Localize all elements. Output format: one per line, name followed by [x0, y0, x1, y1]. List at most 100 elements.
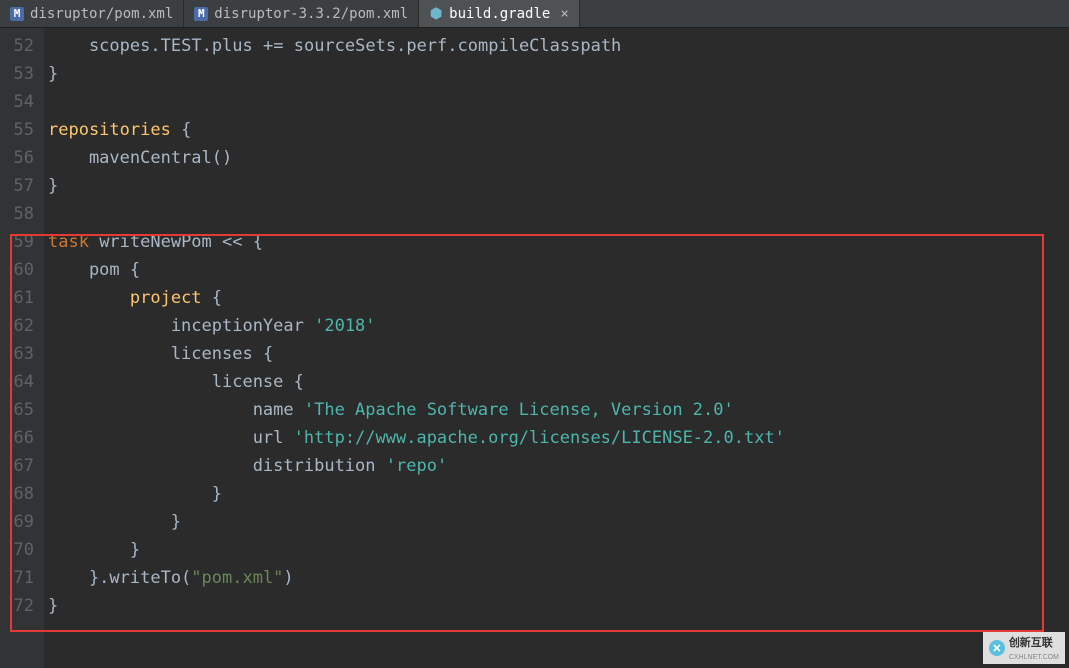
code-token: mavenCentral() — [48, 148, 232, 168]
line-number: 68 — [6, 480, 34, 508]
code-token: sourceSets — [294, 36, 396, 56]
line-number: 62 — [6, 312, 34, 340]
code-token: { — [212, 288, 222, 308]
code-token — [48, 288, 130, 308]
code-token: writeNewPom — [99, 232, 222, 252]
code-token: name — [48, 400, 304, 420]
code-token: . — [150, 36, 160, 56]
line-number: 64 — [6, 368, 34, 396]
code-token: } — [48, 540, 140, 560]
line-number: 71 — [6, 564, 34, 592]
tab-bar: M disruptor/pom.xml M disruptor-3.3.2/po… — [0, 0, 1069, 28]
code-token: task — [48, 232, 99, 252]
tab-disruptor-pom[interactable]: M disruptor/pom.xml — [0, 0, 184, 27]
line-number: 57 — [6, 172, 34, 200]
code-line[interactable]: pom { — [44, 256, 1069, 284]
code-token: << — [222, 232, 253, 252]
code-token: { — [294, 372, 304, 392]
line-number: 72 — [6, 592, 34, 620]
tab-label: disruptor-3.3.2/pom.xml — [214, 6, 408, 22]
watermark: ✕ 创新互联 CXHLNET.COM — [983, 632, 1065, 664]
code-token: { — [263, 344, 273, 364]
line-number-gutter: 5253545556575859606162636465666768697071… — [0, 28, 44, 668]
code-line[interactable]: } — [44, 536, 1069, 564]
line-number: 55 — [6, 116, 34, 144]
line-number: 61 — [6, 284, 34, 312]
code-token: 'repo' — [386, 456, 447, 476]
code-line[interactable]: inceptionYear '2018' — [44, 312, 1069, 340]
code-token: "pom.xml" — [191, 568, 283, 588]
code-line[interactable]: } — [44, 172, 1069, 200]
code-token: . — [202, 36, 212, 56]
code-token: TEST — [161, 36, 202, 56]
code-token: pom — [48, 260, 130, 280]
tab-label: disruptor/pom.xml — [30, 6, 173, 22]
code-token: distribution — [48, 456, 386, 476]
tab-build-gradle[interactable]: ⬢ build.gradle × — [419, 0, 580, 27]
code-line[interactable]: }.writeTo("pom.xml") — [44, 564, 1069, 592]
code-token: repositories — [48, 120, 181, 140]
watermark-text: 创新互联 — [1009, 637, 1053, 649]
code-line[interactable]: scopes.TEST.plus += sourceSets.perf.comp… — [44, 32, 1069, 60]
watermark-icon: ✕ — [989, 640, 1005, 656]
code-line[interactable]: project { — [44, 284, 1069, 312]
tab-label: build.gradle — [449, 6, 550, 22]
code-token: licenses — [48, 344, 263, 364]
xml-file-icon: M — [194, 7, 208, 21]
code-line[interactable]: } — [44, 508, 1069, 536]
code-editor-area[interactable]: scopes.TEST.plus += sourceSets.perf.comp… — [44, 28, 1069, 668]
line-number: 53 — [6, 60, 34, 88]
code-line[interactable]: distribution 'repo' — [44, 452, 1069, 480]
code-line[interactable]: license { — [44, 368, 1069, 396]
code-line[interactable] — [44, 200, 1069, 228]
line-number: 63 — [6, 340, 34, 368]
code-token: { — [181, 120, 191, 140]
code-token: }.writeTo( — [48, 568, 191, 588]
code-token: } — [48, 512, 181, 532]
line-number: 65 — [6, 396, 34, 424]
close-icon[interactable]: × — [560, 6, 568, 22]
code-token: 'The Apache Software License, Version 2.… — [304, 400, 734, 420]
code-token: } — [48, 484, 222, 504]
code-token: 'http://www.apache.org/licenses/LICENSE-… — [294, 428, 785, 448]
code-token: . — [396, 36, 406, 56]
code-token: } — [48, 64, 58, 84]
line-number: 70 — [6, 536, 34, 564]
line-number: 56 — [6, 144, 34, 172]
code-token: perf — [406, 36, 447, 56]
code-token: scopes — [48, 36, 150, 56]
code-token: plus — [212, 36, 263, 56]
code-line[interactable]: url 'http://www.apache.org/licenses/LICE… — [44, 424, 1069, 452]
code-token: url — [48, 428, 294, 448]
line-number: 58 — [6, 200, 34, 228]
code-token: += — [263, 36, 294, 56]
code-line[interactable]: } — [44, 60, 1069, 88]
line-number: 66 — [6, 424, 34, 452]
code-line[interactable]: name 'The Apache Software License, Versi… — [44, 396, 1069, 424]
code-line[interactable]: licenses { — [44, 340, 1069, 368]
code-line[interactable] — [44, 88, 1069, 116]
code-line[interactable]: task writeNewPom << { — [44, 228, 1069, 256]
code-line[interactable]: } — [44, 592, 1069, 620]
line-number: 60 — [6, 256, 34, 284]
code-line[interactable]: } — [44, 480, 1069, 508]
line-number: 54 — [6, 88, 34, 116]
code-token: ) — [283, 568, 293, 588]
code-token: } — [48, 176, 58, 196]
code-line[interactable]: repositories { — [44, 116, 1069, 144]
code-token: } — [48, 596, 58, 616]
code-token: . — [447, 36, 457, 56]
code-token: '2018' — [314, 316, 375, 336]
code-token: license — [48, 372, 294, 392]
code-token: inceptionYear — [48, 316, 314, 336]
code-token: { — [130, 260, 140, 280]
code-token: { — [253, 232, 263, 252]
watermark-sub: CXHLNET.COM — [1009, 654, 1059, 661]
line-number: 67 — [6, 452, 34, 480]
code-line[interactable]: mavenCentral() — [44, 144, 1069, 172]
xml-file-icon: M — [10, 7, 24, 21]
line-number: 52 — [6, 32, 34, 60]
tab-disruptor-332-pom[interactable]: M disruptor-3.3.2/pom.xml — [184, 0, 419, 27]
code-token: project — [130, 288, 212, 308]
line-number: 59 — [6, 228, 34, 256]
